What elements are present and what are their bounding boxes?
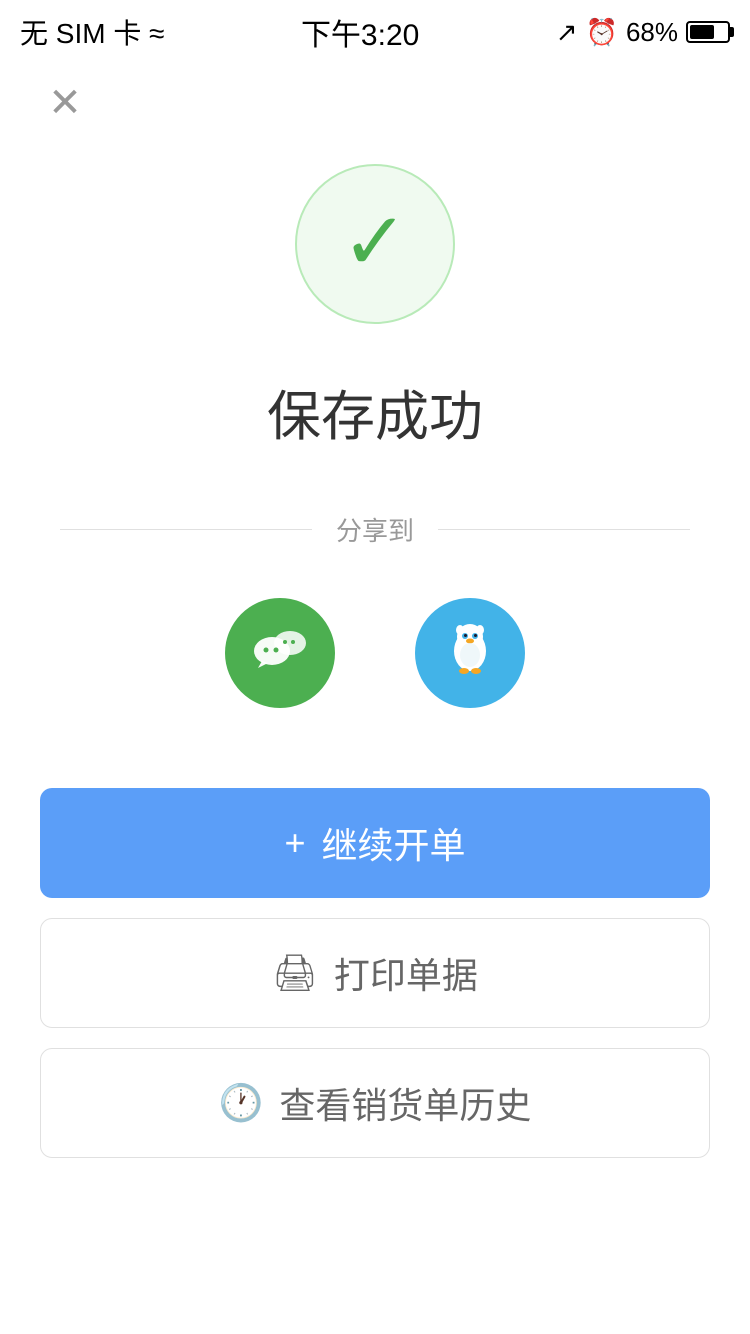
wechat-share-button[interactable]	[225, 598, 335, 708]
battery-fill	[690, 25, 714, 39]
history-icon: 🕐	[219, 1082, 264, 1124]
share-label: 分享到	[312, 511, 438, 548]
checkmark-icon: ✓	[341, 202, 408, 282]
print-label: 打印单据	[334, 947, 478, 999]
action-buttons: + 继续开单 🖨 打印单据 🕐 查看销货单历史	[0, 788, 750, 1158]
battery-bar	[686, 21, 730, 43]
print-button[interactable]: 🖨 打印单据	[40, 918, 710, 1028]
close-icon: ✕	[48, 83, 82, 123]
divider-line-left	[60, 529, 312, 530]
sim-status: 无 SIM 卡 ≈	[20, 12, 165, 52]
status-bar: 无 SIM 卡 ≈ 下午3:20 ↗ ⏰ 68%	[0, 0, 750, 64]
status-time: 下午3:20	[301, 10, 419, 54]
success-circle: ✓	[295, 164, 455, 324]
continue-order-label: 继续开单	[322, 817, 466, 869]
share-icons-container	[225, 598, 525, 708]
battery-indicator	[686, 21, 730, 43]
status-right: ↗ ⏰ 68%	[556, 17, 730, 48]
wechat-icon	[248, 621, 312, 685]
main-content: ✓ 保存成功 分享到	[0, 64, 750, 1158]
plus-icon: +	[284, 822, 305, 864]
status-left: 无 SIM 卡 ≈	[20, 12, 165, 52]
location-icon: ↗	[556, 17, 578, 48]
share-divider: 分享到	[0, 511, 750, 548]
divider-line-right	[438, 529, 690, 530]
qq-icon	[440, 623, 500, 683]
print-icon: 🖨	[272, 952, 318, 994]
battery-percent: 68%	[626, 17, 678, 48]
continue-order-button[interactable]: + 继续开单	[40, 788, 710, 898]
success-title: 保存成功	[267, 372, 483, 451]
qq-share-button[interactable]	[415, 598, 525, 708]
history-label: 查看销货单历史	[279, 1077, 531, 1129]
history-button[interactable]: 🕐 查看销货单历史	[40, 1048, 710, 1158]
close-button[interactable]: ✕	[40, 78, 90, 128]
alarm-icon: ⏰	[586, 17, 618, 48]
